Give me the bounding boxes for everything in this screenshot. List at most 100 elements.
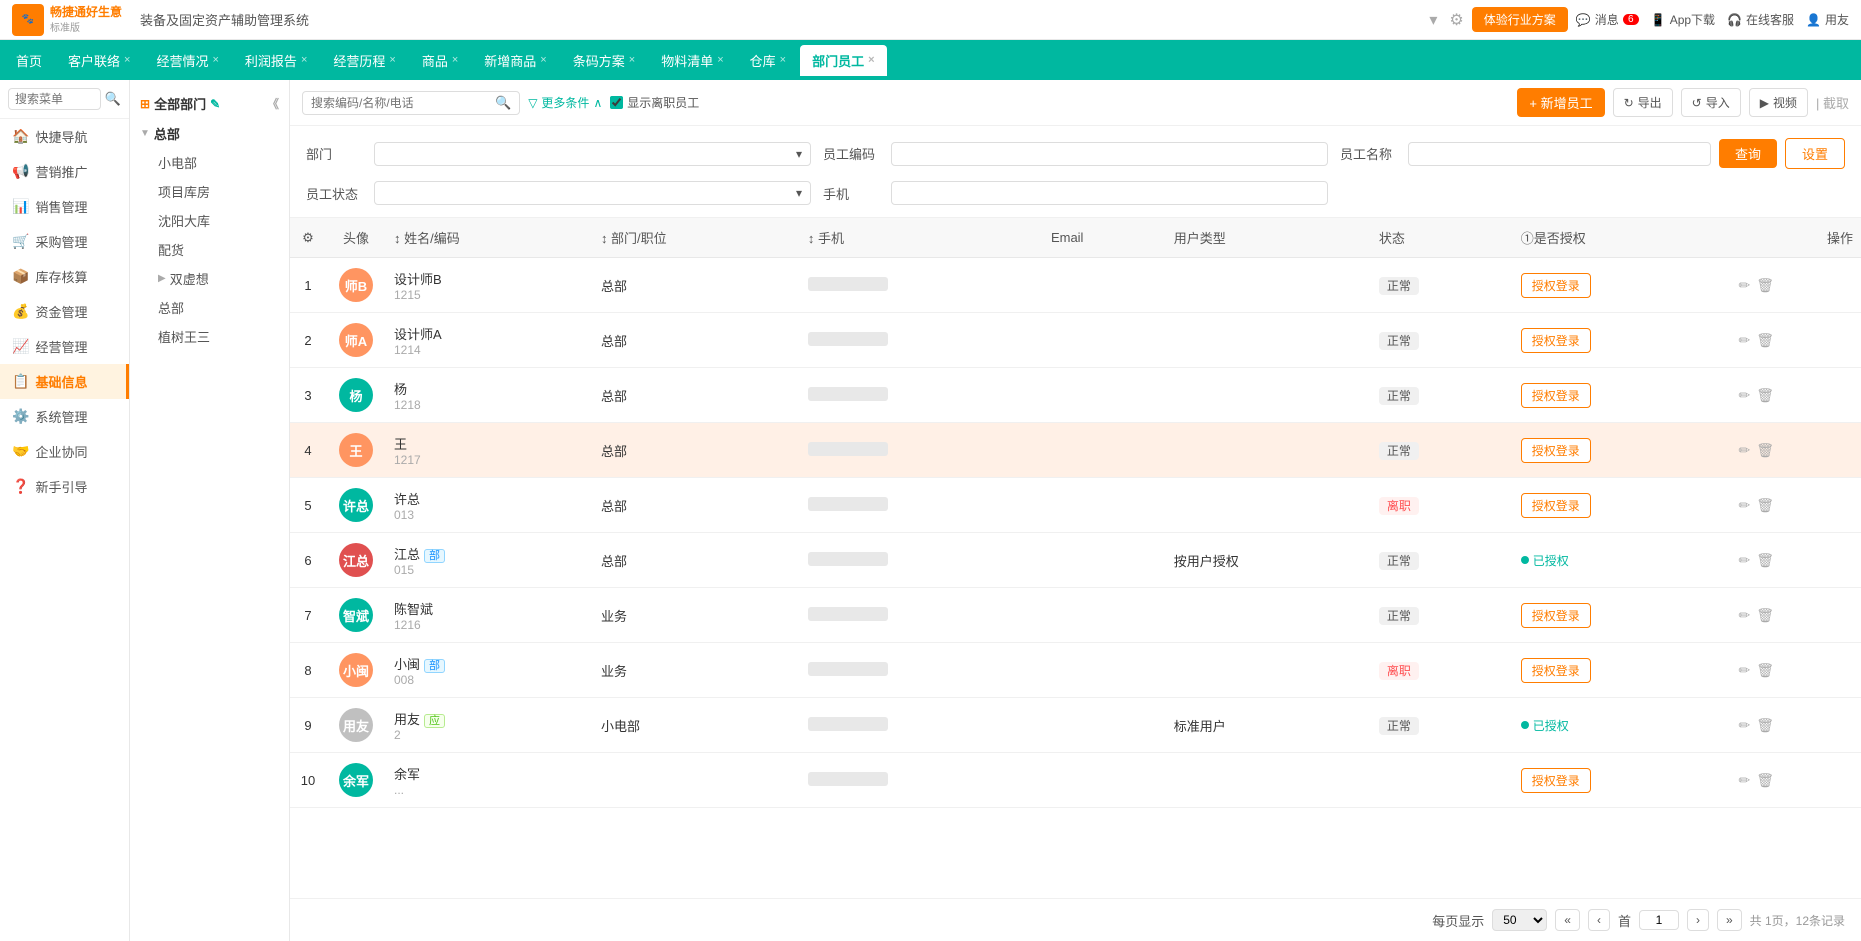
app-download-button[interactable]: 📱 App下载 [1651,11,1715,28]
sidebar-item-purchase[interactable]: 🛒 采购管理 [0,224,129,259]
search-input[interactable] [311,96,491,110]
delete-icon[interactable]: 🗑 [1756,662,1774,679]
experience-button[interactable]: 体验行业方案 [1472,7,1568,32]
edit-icon[interactable]: ✏ [1739,772,1751,789]
edit-icon[interactable]: ✏ [1739,277,1751,294]
import-button[interactable]: ↺ 导入 [1681,88,1741,117]
query-button[interactable]: 查询 [1719,139,1777,168]
delete-icon[interactable]: 🗑 [1756,717,1774,734]
tab-warehouse[interactable]: 仓库× [738,45,798,76]
close-icon[interactable]: × [629,54,635,66]
first-page-button[interactable]: « [1555,909,1580,931]
dept-edit-icon[interactable]: ✎ [210,97,220,111]
tab-goods[interactable]: 商品× [410,45,470,76]
dept-item-project[interactable]: 项目库房 [130,177,289,206]
dept-collapse-icon[interactable]: 《 [267,95,279,112]
filter-empname-input[interactable] [1408,142,1711,166]
sidebar-search-input[interactable] [8,88,101,110]
authorize-button[interactable]: 授权登录 [1521,438,1591,463]
filter-settings-button[interactable]: 设置 [1785,138,1845,169]
next-page-button[interactable]: › [1687,909,1709,931]
edit-icon[interactable]: ✏ [1739,607,1751,624]
last-page-button[interactable]: » [1717,909,1742,931]
tab-profit[interactable]: 利润报告× [233,45,319,76]
settings-icon[interactable]: ⚙ [1449,10,1463,30]
sidebar-item-finance[interactable]: 💰 资金管理 [0,294,129,329]
delete-icon[interactable]: 🗑 [1756,552,1774,569]
edit-icon[interactable]: ✏ [1739,442,1751,459]
online-service-button[interactable]: 🎧 在线客服 [1727,11,1794,28]
tab-bom[interactable]: 物料清单× [649,45,735,76]
authorize-button[interactable]: 授权登录 [1521,273,1591,298]
edit-icon[interactable]: ✏ [1739,332,1751,349]
edit-icon[interactable]: ✏ [1739,662,1751,679]
tab-new-goods[interactable]: 新增商品× [472,45,558,76]
authorize-button[interactable]: 授权登录 [1521,603,1591,628]
close-icon[interactable]: × [212,54,218,66]
sidebar-item-nav[interactable]: 🏠 快捷导航 [0,119,129,154]
edit-icon[interactable]: ✏ [1739,717,1751,734]
export-button[interactable]: ↻ 导出 [1613,88,1673,117]
delete-icon[interactable]: 🗑 [1756,772,1774,789]
sidebar-item-collab[interactable]: 🤝 企业协同 [0,434,129,469]
close-icon[interactable]: × [124,54,130,66]
delete-icon[interactable]: 🗑 [1756,497,1774,514]
authorize-button[interactable]: 授权登录 [1521,768,1591,793]
sidebar-item-inventory[interactable]: 📦 库存核算 [0,259,129,294]
add-employee-button[interactable]: + 新增员工 [1517,88,1604,117]
message-button[interactable]: 💬 消息 6 [1576,11,1639,28]
tab-barcode[interactable]: 条码方案× [561,45,647,76]
user-avatar[interactable]: 👤 用友 [1806,11,1849,28]
show-resigned-checkbox[interactable] [610,96,623,109]
edit-icon[interactable]: ✏ [1739,552,1751,569]
dept-item-shenyang[interactable]: 沈阳大库 [130,206,289,235]
delete-icon[interactable]: 🗑 [1756,442,1774,459]
close-icon[interactable]: × [301,54,307,66]
delete-icon[interactable]: 🗑 [1756,607,1774,624]
authorize-button[interactable]: 授权登录 [1521,383,1591,408]
dept-item-shuangxu[interactable]: ▶ 双虚想 [130,264,289,293]
sidebar-item-sales[interactable]: 📊 销售管理 [0,189,129,224]
view-button[interactable]: ▶ 视频 [1749,88,1808,117]
authorize-button[interactable]: 授权登录 [1521,328,1591,353]
filter-phone-input[interactable] [891,181,1328,205]
tab-employees[interactable]: 部门员工× [800,45,886,76]
tab-operation[interactable]: 经营情况× [144,45,230,76]
dept-item-xiaodian[interactable]: 小电部 [130,148,289,177]
delete-icon[interactable]: 🗑 [1756,387,1774,404]
tab-home[interactable]: 首页 [4,45,54,76]
page-input[interactable] [1639,910,1679,930]
close-icon[interactable]: × [868,54,874,66]
close-icon[interactable]: × [452,54,458,66]
filter-dept-select[interactable]: ▾ [374,142,811,166]
tab-customer[interactable]: 客户联络× [56,45,142,76]
authorize-button[interactable]: 授权登录 [1521,658,1591,683]
edit-icon[interactable]: ✏ [1739,497,1751,514]
sidebar-item-operations[interactable]: 📈 经营管理 [0,329,129,364]
sidebar-item-marketing[interactable]: 📢 营销推广 [0,154,129,189]
filter-more-button[interactable]: ▽ 更多条件 ∧ [528,94,602,111]
filter-empstatus-select[interactable]: ▾ [374,181,811,205]
system-title-dropdown[interactable]: ▾ [1429,10,1437,30]
dept-item-zongbu-sub[interactable]: 总部 [130,293,289,322]
delete-icon[interactable]: 🗑 [1756,332,1774,349]
authorize-button[interactable]: 授权登录 [1521,493,1591,518]
dept-item-peihuo[interactable]: 配货 [130,235,289,264]
tab-history[interactable]: 经营历程× [321,45,407,76]
dept-group-zongbu[interactable]: ▼ 总部 [130,119,289,148]
delete-icon[interactable]: 🗑 [1756,277,1774,294]
sidebar-item-basic[interactable]: 📋 基础信息 [0,364,129,399]
close-icon[interactable]: × [540,54,546,66]
more-actions-icon[interactable]: | 截取 [1816,93,1849,112]
dept-item-zhishu[interactable]: 植树王三 [130,322,289,351]
close-icon[interactable]: × [717,54,723,66]
sidebar-item-guide[interactable]: ❓ 新手引导 [0,469,129,504]
prev-page-button[interactable]: ‹ [1588,909,1610,931]
filter-empcode-input[interactable] [891,142,1328,166]
close-icon[interactable]: × [389,54,395,66]
sidebar-item-system[interactable]: ⚙️ 系统管理 [0,399,129,434]
edit-icon[interactable]: ✏ [1739,387,1751,404]
per-page-select[interactable]: 50 100 200 [1492,909,1547,931]
close-icon[interactable]: × [780,54,786,66]
show-resigned-label[interactable]: 显示离职员工 [610,94,699,111]
